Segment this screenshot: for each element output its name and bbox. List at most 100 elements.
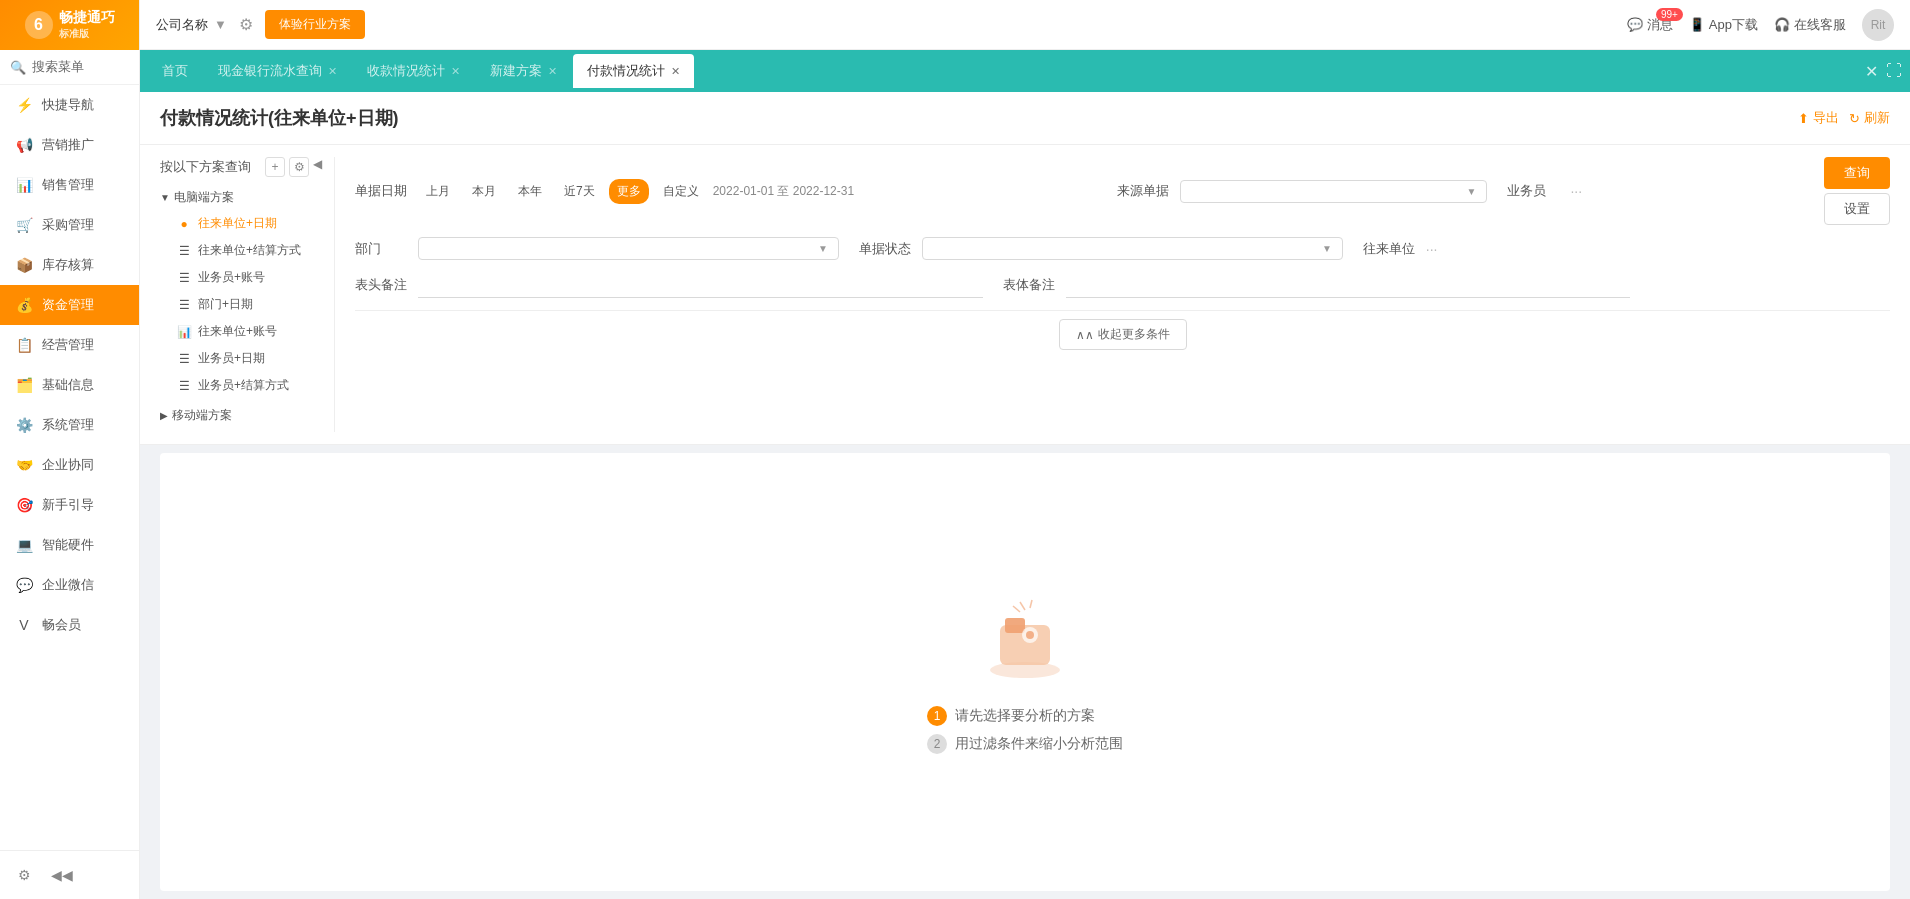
tab-new-scheme-label: 新建方案 <box>490 62 542 80</box>
sidebar-item-member[interactable]: V 畅会员 <box>0 605 139 645</box>
online-service-btn[interactable]: 🎧 在线客服 <box>1774 16 1846 34</box>
trial-btn[interactable]: 体验行业方案 <box>265 10 365 39</box>
collapse-more-btn[interactable]: ∧∧ 收起更多条件 <box>1059 319 1187 350</box>
settings-btn[interactable]: 设置 <box>1824 193 1890 225</box>
sidebar-item-cooperation[interactable]: 🤝 企业协同 <box>0 445 139 485</box>
system-label: 系统管理 <box>42 416 94 434</box>
tab-payment-stats[interactable]: 付款情况统计 ✕ <box>573 54 694 88</box>
staff-account-label: 业务员+账号 <box>198 269 265 286</box>
date-btn-this-year[interactable]: 本年 <box>510 179 550 204</box>
sidebar-item-inventory[interactable]: 📦 库存核算 <box>0 245 139 285</box>
tab-maximize-icon[interactable]: ⛶ <box>1886 62 1902 80</box>
sidebar-item-finance[interactable]: 💰 资金管理 <box>0 285 139 325</box>
body-note-label: 表体备注 <box>1003 276 1058 294</box>
sidebar-item-basic-info[interactable]: 🗂️ 基础信息 <box>0 365 139 405</box>
tab-bank-flow-close[interactable]: ✕ <box>328 65 337 78</box>
hint-text-1: 请先选择要分析的方案 <box>955 707 1095 725</box>
cooperation-icon: 🤝 <box>14 455 34 475</box>
date-field: 单据日期 上月 本月 本年 近7天 更多 自定义 2022-01-01 至 20… <box>355 179 1097 204</box>
sidebar-item-wechat[interactable]: 💬 企业微信 <box>0 565 139 605</box>
scheme-add-btn[interactable]: + <box>265 157 285 177</box>
company-dropdown-icon[interactable]: ▼ <box>214 17 227 32</box>
pc-group-arrow-icon: ▼ <box>160 192 170 203</box>
sidebar-settings-btn[interactable]: ⚙ <box>10 861 38 889</box>
app-download-btn[interactable]: 📱 App下载 <box>1689 16 1758 34</box>
search-menu[interactable]: 🔍 搜索菜单 <box>0 50 139 85</box>
export-label: 导出 <box>1813 109 1839 127</box>
empty-hint-1: 1 请先选择要分析的方案 <box>927 706 1123 726</box>
message-btn[interactable]: 💬 消息 99+ <box>1627 16 1673 34</box>
sidebar-item-purchase[interactable]: 🛒 采购管理 <box>0 205 139 245</box>
inventory-icon: 📦 <box>14 255 34 275</box>
date-label: 单据日期 <box>355 182 410 200</box>
scheme-item-unit-date[interactable]: ● 往来单位+日期 <box>160 210 322 237</box>
dept-select-arrow-icon: ▼ <box>818 243 828 254</box>
sidebar-item-quick-nav[interactable]: ⚡ 快捷导航 <box>0 85 139 125</box>
page-actions: ⬆ 导出 ↻ 刷新 <box>1798 109 1890 127</box>
scheme-group-pc: ▼ 电脑端方案 ● 往来单位+日期 ☰ 往来单位+结算方式 ☰ 业务员+账号 <box>160 185 322 399</box>
logo-icon: 6 <box>25 11 53 39</box>
results-area: 1 请先选择要分析的方案 2 用过滤条件来缩小分析范围 <box>160 453 1890 891</box>
header-note-input[interactable] <box>418 272 983 298</box>
staff-field: 业务员 ··· <box>1507 182 1804 200</box>
tab-payment-stats-label: 付款情况统计 <box>587 62 665 80</box>
tab-bank-flow[interactable]: 现金银行流水查询 ✕ <box>204 54 351 88</box>
source-select[interactable]: ▼ <box>1180 180 1488 203</box>
sidebar-item-system[interactable]: ⚙️ 系统管理 <box>0 405 139 445</box>
scheme-settings-btn[interactable]: ⚙ <box>289 157 309 177</box>
scheme-item-dept-date[interactable]: ☰ 部门+日期 <box>160 291 322 318</box>
svg-point-4 <box>1026 631 1034 639</box>
tab-close-all-icon[interactable]: ✕ <box>1865 62 1878 81</box>
svg-rect-2 <box>1005 618 1025 633</box>
tab-home[interactable]: 首页 <box>148 54 202 88</box>
header-settings-icon[interactable]: ⚙ <box>239 15 253 34</box>
empty-hint-2: 2 用过滤条件来缩小分析范围 <box>927 734 1123 754</box>
scheme-item-staff-settle[interactable]: ☰ 业务员+结算方式 <box>160 372 322 399</box>
sidebar-item-business[interactable]: 📋 经营管理 <box>0 325 139 365</box>
sidebar-logo: 6 畅捷通巧 标准版 <box>0 0 139 50</box>
svg-line-7 <box>1013 606 1020 612</box>
scheme-collapse-btn[interactable]: ◀ <box>313 157 322 177</box>
sidebar-item-sales[interactable]: 📊 销售管理 <box>0 165 139 205</box>
date-btn-more[interactable]: 更多 <box>609 179 649 204</box>
scheme-group-mobile-title[interactable]: ▶ 移动端方案 <box>160 403 322 428</box>
scheme-item-unit-settle[interactable]: ☰ 往来单位+结算方式 <box>160 237 322 264</box>
pc-group-label: 电脑端方案 <box>174 189 234 206</box>
scheme-item-staff-account[interactable]: ☰ 业务员+账号 <box>160 264 322 291</box>
cooperation-label: 企业协同 <box>42 456 94 474</box>
marketing-label: 营销推广 <box>42 136 94 154</box>
hardware-label: 智能硬件 <box>42 536 94 554</box>
staff-settle-icon: ☰ <box>176 378 192 394</box>
page-content: 付款情况统计(往来单位+日期) ⬆ 导出 ↻ 刷新 按以下方案查询 + <box>140 92 1910 899</box>
company-name: 公司名称 <box>156 16 208 34</box>
scheme-group-pc-title[interactable]: ▼ 电脑端方案 <box>160 185 322 210</box>
staff-date-label: 业务员+日期 <box>198 350 265 367</box>
sidebar-item-guide[interactable]: 🎯 新手引导 <box>0 485 139 525</box>
tab-new-scheme[interactable]: 新建方案 ✕ <box>476 54 571 88</box>
date-btn-last-month[interactable]: 上月 <box>418 179 458 204</box>
tab-new-scheme-close[interactable]: ✕ <box>548 65 557 78</box>
refresh-btn[interactable]: ↻ 刷新 <box>1849 109 1890 127</box>
filter-row-2: 部门 ▼ 单据状态 ▼ 往来单位 <box>355 237 1890 260</box>
sidebar-item-marketing[interactable]: 📢 营销推广 <box>0 125 139 165</box>
query-btn[interactable]: 查询 <box>1824 157 1890 189</box>
export-btn[interactable]: ⬆ 导出 <box>1798 109 1839 127</box>
date-btn-7days[interactable]: 近7天 <box>556 179 603 204</box>
sidebar-collapse-btn[interactable]: ◀◀ <box>48 861 76 889</box>
date-btn-custom[interactable]: 自定义 <box>655 179 707 204</box>
body-note-input[interactable] <box>1066 272 1631 298</box>
scheme-item-staff-date[interactable]: ☰ 业务员+日期 <box>160 345 322 372</box>
system-icon: ⚙️ <box>14 415 34 435</box>
partner-field: 往来单位 ··· <box>1363 240 1750 258</box>
tab-bar: 首页 现金银行流水查询 ✕ 收款情况统计 ✕ 新建方案 ✕ 付款情况统计 ✕ ✕… <box>140 50 1910 92</box>
tab-receipt-stats[interactable]: 收款情况统计 ✕ <box>353 54 474 88</box>
sidebar-item-hardware[interactable]: 💻 智能硬件 <box>0 525 139 565</box>
tab-receipt-stats-close[interactable]: ✕ <box>451 65 460 78</box>
date-btn-this-month[interactable]: 本月 <box>464 179 504 204</box>
user-avatar[interactable]: Rit <box>1862 9 1894 41</box>
tab-payment-stats-close[interactable]: ✕ <box>671 65 680 78</box>
scheme-item-unit-account[interactable]: 📊 往来单位+账号 <box>160 318 322 345</box>
page-header: 付款情况统计(往来单位+日期) ⬆ 导出 ↻ 刷新 <box>140 92 1910 145</box>
dept-select[interactable]: ▼ <box>418 237 839 260</box>
doc-status-select[interactable]: ▼ <box>922 237 1343 260</box>
